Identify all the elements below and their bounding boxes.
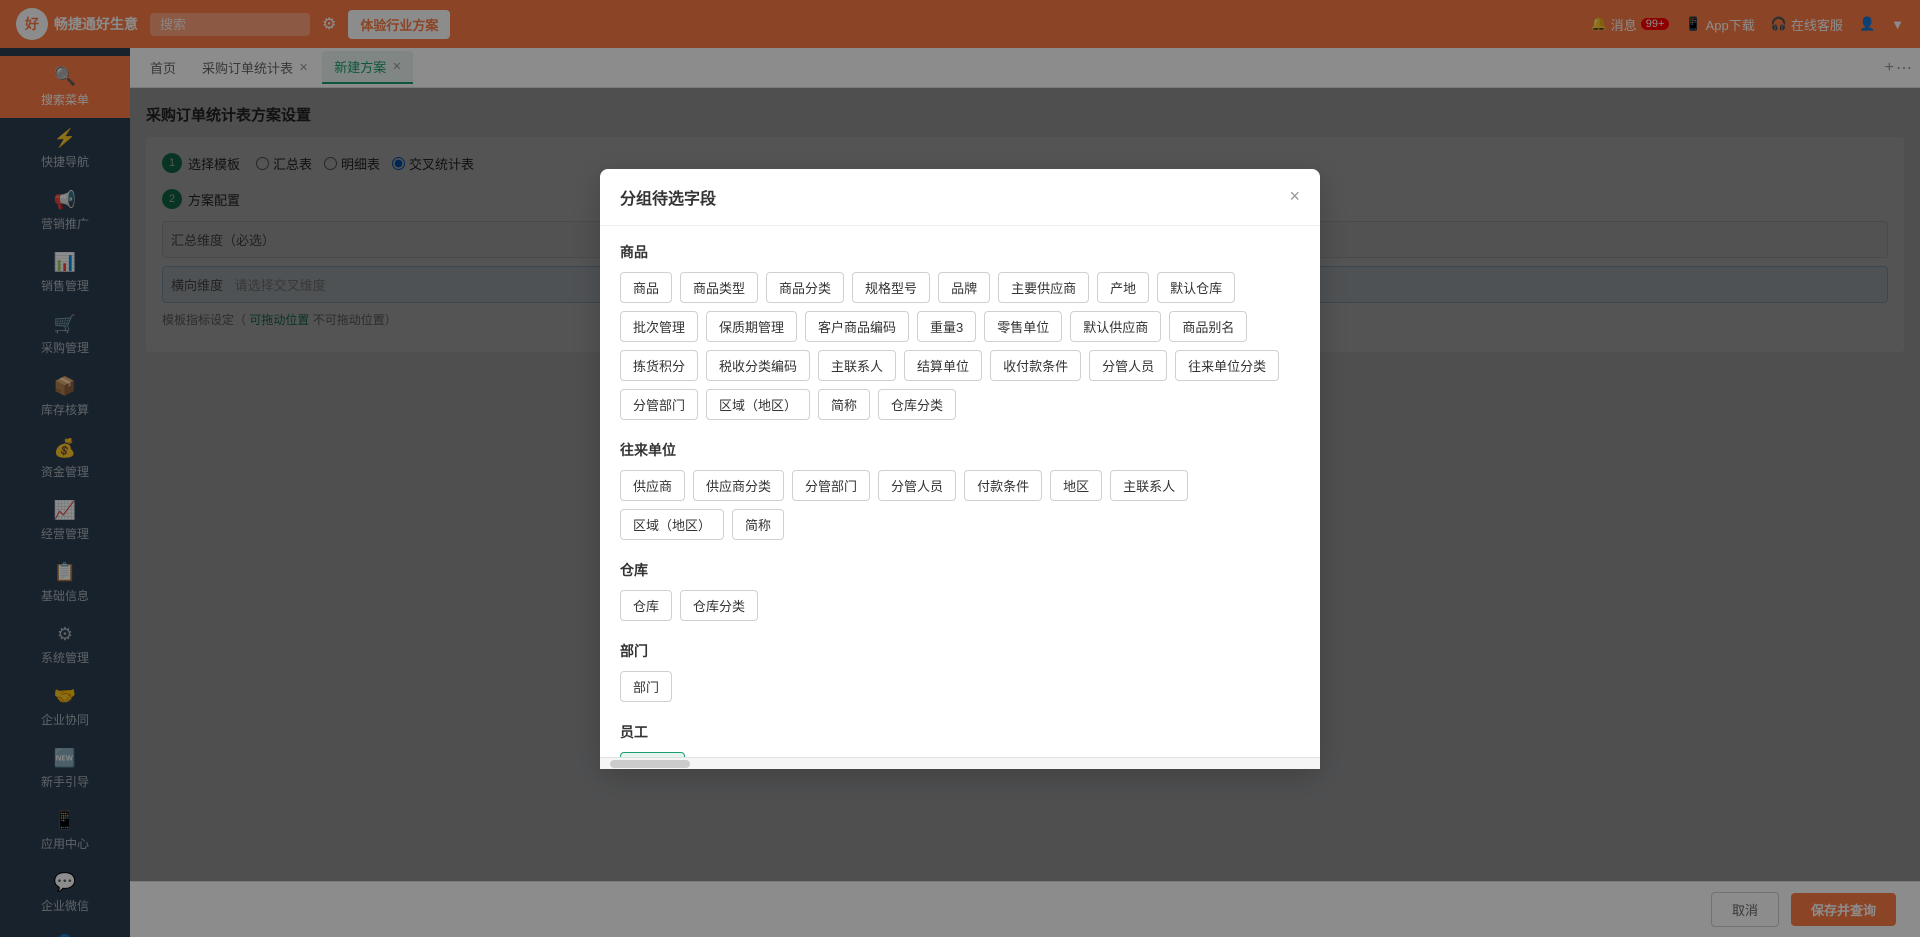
modal-horizontal-scrollbar[interactable]	[600, 757, 1320, 769]
field-tag-goods-16[interactable]: 拣货积分	[620, 350, 698, 381]
modal-scroll-thumb	[610, 760, 690, 768]
field-tag-goods-25[interactable]: 简称	[818, 389, 870, 420]
field-tags-goods: 商品 商品类型 商品分类 规格型号 品牌 主要供应商 产地 默认仓库 批次管理 …	[620, 272, 1300, 420]
field-tag-partner-9[interactable]: 简称	[732, 509, 784, 540]
section-partner-title: 往来单位	[620, 440, 1300, 460]
field-tag-goods-19[interactable]: 结算单位	[904, 350, 982, 381]
field-tag-partner-8[interactable]: 区域（地区）	[620, 509, 724, 540]
section-partner: 往来单位 供应商 供应商分类 分管部门 分管人员 付款条件 地区 主联系人 区域…	[620, 440, 1300, 540]
field-tag-dept-1[interactable]: 部门	[620, 671, 672, 702]
field-tag-goods-5[interactable]: 品牌	[938, 272, 990, 303]
field-tag-partner-5[interactable]: 付款条件	[964, 470, 1042, 501]
field-tag-partner-1[interactable]: 供应商	[620, 470, 685, 501]
field-tag-goods-12[interactable]: 重量3	[917, 311, 976, 342]
modal-header: 分组待选字段 ×	[600, 169, 1320, 226]
field-tag-goods-20[interactable]: 收付款条件	[990, 350, 1081, 381]
modal-close-button[interactable]: ×	[1289, 186, 1300, 207]
field-tag-goods-22[interactable]: 往来单位分类	[1175, 350, 1279, 381]
field-tag-goods-24[interactable]: 区域（地区）	[706, 389, 810, 420]
modal-overlay: 分组待选字段 × 商品 商品 商品类型 商品分类 规格型号 品牌 主要供应商 产…	[0, 0, 1920, 937]
section-goods: 商品 商品 商品类型 商品分类 规格型号 品牌 主要供应商 产地 默认仓库 批次…	[620, 242, 1300, 420]
field-tag-goods-7[interactable]: 产地	[1097, 272, 1149, 303]
field-tag-goods-6[interactable]: 主要供应商	[998, 272, 1089, 303]
field-tag-goods-18[interactable]: 主联系人	[818, 350, 896, 381]
field-tag-goods-8[interactable]: 默认仓库	[1157, 272, 1235, 303]
section-dept-title: 部门	[620, 641, 1300, 661]
section-staff-title: 员工	[620, 722, 1300, 742]
field-tag-goods-26[interactable]: 仓库分类	[878, 389, 956, 420]
field-tag-partner-3[interactable]: 分管部门	[792, 470, 870, 501]
field-tag-goods-11[interactable]: 客户商品编码	[805, 311, 909, 342]
field-tag-goods-2[interactable]: 商品类型	[680, 272, 758, 303]
section-warehouse: 仓库 仓库 仓库分类	[620, 560, 1300, 621]
field-tag-goods-4[interactable]: 规格型号	[852, 272, 930, 303]
field-tag-partner-4[interactable]: 分管人员	[878, 470, 956, 501]
field-tag-goods-9[interactable]: 批次管理	[620, 311, 698, 342]
section-goods-title: 商品	[620, 242, 1300, 262]
field-tag-goods-13[interactable]: 零售单位	[984, 311, 1062, 342]
modal-title: 分组待选字段	[620, 185, 716, 209]
field-tag-wh-2[interactable]: 仓库分类	[680, 590, 758, 621]
field-tag-wh-1[interactable]: 仓库	[620, 590, 672, 621]
field-tag-goods-10[interactable]: 保质期管理	[706, 311, 797, 342]
field-tag-goods-21[interactable]: 分管人员	[1089, 350, 1167, 381]
field-tags-warehouse: 仓库 仓库分类	[620, 590, 1300, 621]
modal: 分组待选字段 × 商品 商品 商品类型 商品分类 规格型号 品牌 主要供应商 产…	[600, 169, 1320, 769]
field-tag-partner-7[interactable]: 主联系人	[1110, 470, 1188, 501]
field-tags-dept: 部门	[620, 671, 1300, 702]
field-tag-goods-17[interactable]: 税收分类编码	[706, 350, 810, 381]
modal-body: 商品 商品 商品类型 商品分类 规格型号 品牌 主要供应商 产地 默认仓库 批次…	[600, 226, 1320, 757]
section-staff: 员工 业务员	[620, 722, 1300, 757]
field-tag-goods-23[interactable]: 分管部门	[620, 389, 698, 420]
field-tags-partner: 供应商 供应商分类 分管部门 分管人员 付款条件 地区 主联系人 区域（地区） …	[620, 470, 1300, 540]
section-warehouse-title: 仓库	[620, 560, 1300, 580]
section-dept: 部门 部门	[620, 641, 1300, 702]
field-tag-goods-1[interactable]: 商品	[620, 272, 672, 303]
field-tag-goods-15[interactable]: 商品别名	[1169, 311, 1247, 342]
field-tag-goods-3[interactable]: 商品分类	[766, 272, 844, 303]
field-tag-partner-2[interactable]: 供应商分类	[693, 470, 784, 501]
field-tag-goods-14[interactable]: 默认供应商	[1070, 311, 1161, 342]
field-tag-partner-6[interactable]: 地区	[1050, 470, 1102, 501]
